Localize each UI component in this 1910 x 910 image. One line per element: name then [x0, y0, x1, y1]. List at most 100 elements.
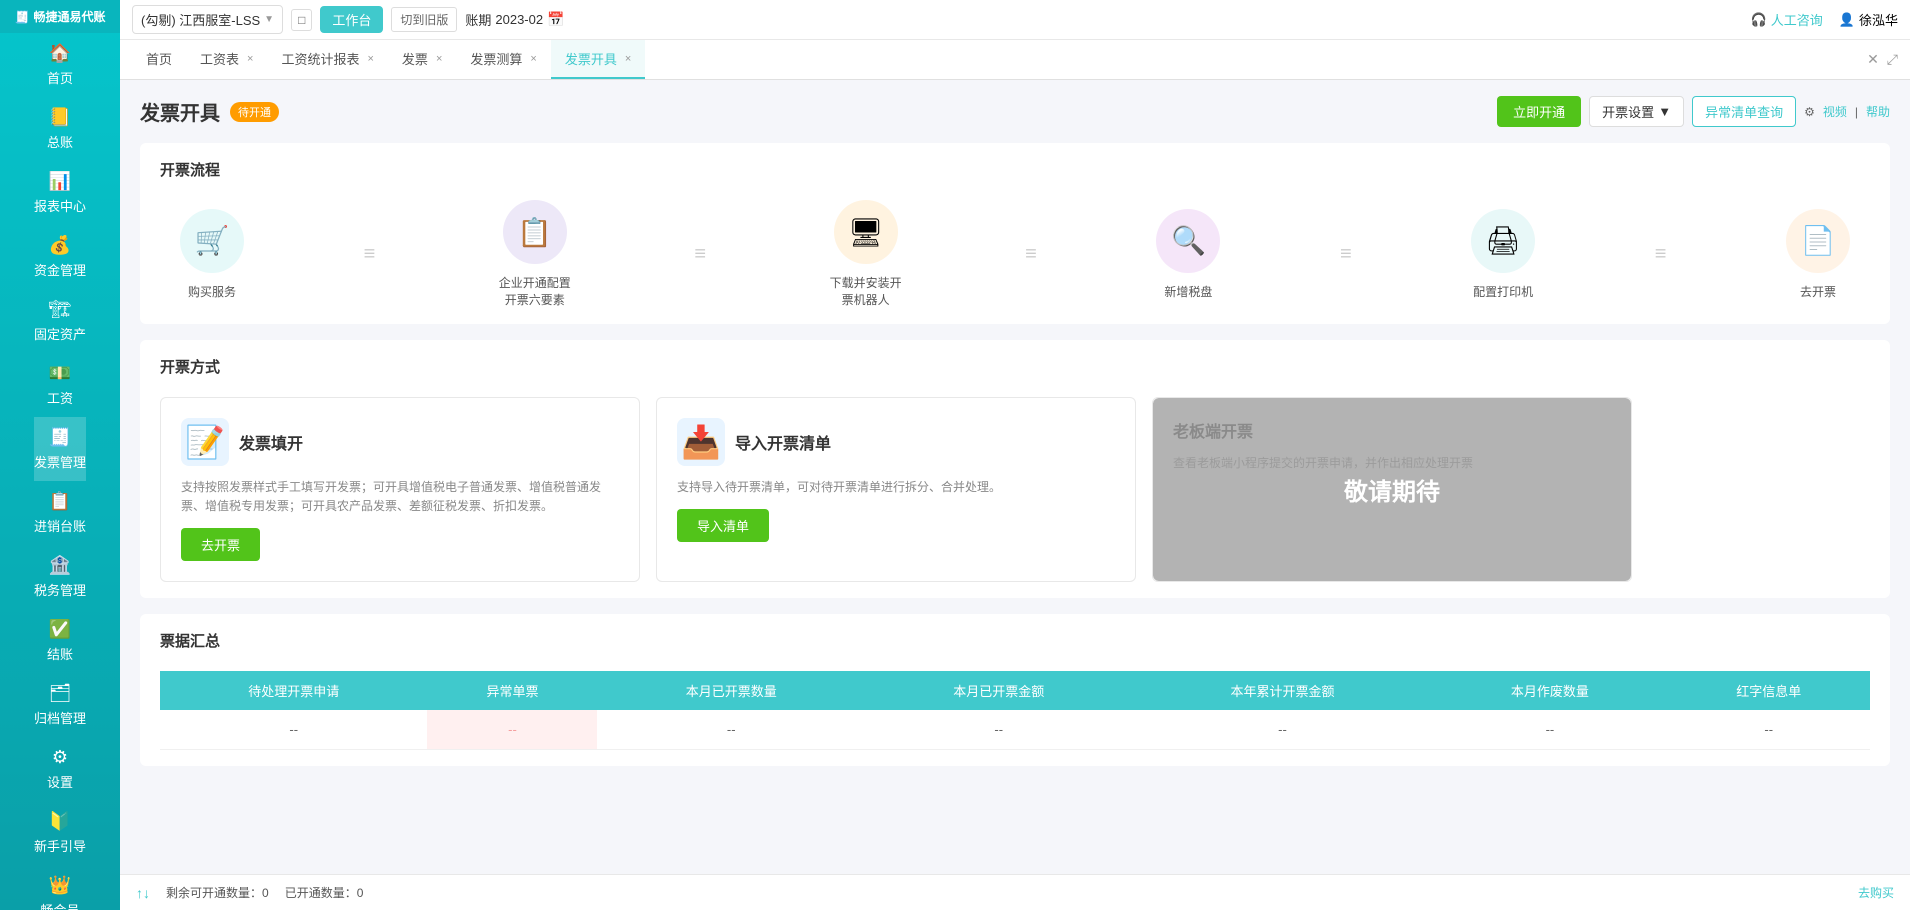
manual-fill-desc: 支持按照发票样式手工填写开发票；可开具增值税电子普通发票、增值税普通发票、增值税…	[181, 478, 619, 516]
logo-text: 畅捷通易代账	[33, 8, 105, 25]
old-version-button[interactable]: 切到旧版	[391, 7, 457, 32]
process-steps: 🛒 购买服务 ≡ 📋 企业开通配置开票六要素 ≡ 🖥 下载并安装开票机器人 ≡ …	[160, 200, 1870, 308]
summary-header-2: 本月已开票数量	[597, 671, 864, 710]
sidebar-item-tax[interactable]: 🏦 税务管理	[34, 545, 86, 609]
sidebar-item-settings[interactable]: ⚙ 设置	[34, 737, 86, 801]
sidebar-label-member: 畅会员	[40, 900, 79, 910]
sidebar-item-purchase-sales[interactable]: 📋 进销台账	[34, 481, 86, 545]
tab-close-invoice-tool[interactable]: ×	[625, 53, 631, 65]
company-selector[interactable]: (勾剔) 江西服室-LSS ▼	[132, 5, 283, 34]
sidebar-label-archive: 归档管理	[34, 708, 86, 727]
sidebar-icon-ledger: 📒	[49, 107, 71, 128]
method-section: 开票方式 📝 发票填开 支持按照发票样式手工填写开发票；可开具增值税电子普通发票…	[140, 340, 1890, 598]
bottom-bar: ↑↓ 剩余可开通数量：0 已开通数量：0 去购买	[120, 874, 1910, 910]
sidebar-item-capital[interactable]: 💰 资金管理	[34, 225, 86, 289]
sidebar-item-reports[interactable]: 📊 报表中心	[34, 161, 86, 225]
process-step-download-robot[interactable]: 🖥 下载并安装开票机器人	[826, 200, 906, 308]
buy-link[interactable]: 去购买	[1858, 884, 1894, 901]
tab-salary[interactable]: 工资表×	[186, 40, 267, 79]
sidebar-label-assets: 固定资产	[34, 324, 86, 343]
tab-label-salary-report: 工资统计报表	[281, 49, 359, 68]
tab-close-salary-report[interactable]: ×	[367, 53, 373, 65]
sidebar-item-archive[interactable]: 🗂 归档管理	[34, 673, 86, 737]
import-card[interactable]: 📥 导入开票清单 支持导入待开票清单，可对待开票清单进行拆分、合并处理。 导入清…	[656, 397, 1136, 582]
process-step-enterprise-setup[interactable]: 📋 企业开通配置开票六要素	[495, 200, 575, 308]
summary-section: 票据汇总 待处理开票申请异常单票本月已开票数量本月已开票金额本年累计开票金额本月…	[140, 614, 1890, 766]
tab-salary-report[interactable]: 工资统计报表 ×	[267, 40, 387, 79]
tab-invoice-calc[interactable]: 发票测算×	[456, 40, 550, 79]
manual-fill-header: 📝 发票填开	[181, 418, 619, 466]
service-button[interactable]: 🎧 人工咨询	[1751, 10, 1823, 29]
manual-fill-icon: 📝	[181, 418, 229, 466]
company-name: (勾剔) 江西服室-LSS	[141, 10, 260, 29]
expand-tab-icon[interactable]: ⤢	[1887, 51, 1898, 68]
tab-close-invoice[interactable]: ×	[436, 53, 442, 65]
help-settings-icon: ⚙	[1804, 105, 1815, 119]
overlay-layer: 敬请期待	[1153, 398, 1631, 581]
page-title-row: 发票开具 待开通	[140, 97, 279, 126]
process-section: 开票流程 🛒 购买服务 ≡ 📋 企业开通配置开票六要素 ≡ 🖥 下载并安装开票机…	[140, 143, 1890, 324]
pin-icon[interactable]: ↑↓	[136, 885, 150, 901]
process-section-title: 开票流程	[160, 159, 1870, 180]
headset-icon: 🎧	[1751, 12, 1767, 28]
step-icon-enterprise-setup: 📋	[503, 200, 567, 264]
open-now-button[interactable]: 立即开通	[1497, 96, 1581, 127]
tab-home[interactable]: 首页	[132, 40, 186, 79]
period-selector[interactable]: 账期 2023-02 📅	[465, 10, 564, 29]
workspace-button[interactable]: 工作台	[320, 6, 383, 33]
abnormal-query-button[interactable]: 异常清单查询	[1692, 96, 1796, 127]
tabbar: 首页工资表×工资统计报表×发票×发票测算×发票开具× ✕ ⤢	[120, 40, 1910, 80]
app-logo[interactable]: 🧾 畅捷通易代账	[0, 0, 120, 33]
company-arrow-icon: ▼	[264, 14, 274, 25]
sidebar-icon-invoice-mgmt: 🧾	[49, 427, 71, 448]
tab-invoice[interactable]: 发票×	[388, 40, 456, 79]
user-avatar[interactable]: 👤 徐泓华	[1839, 10, 1898, 29]
old-platform-card: 老板端开票 查看老板端小程序提交的开票申请，并作出相应处理开票 敬请期待	[1152, 397, 1632, 582]
process-step-config-printer[interactable]: 🖨 配置打印机	[1471, 209, 1535, 300]
tab-close-salary[interactable]: ×	[247, 53, 253, 65]
sidebar-item-invoice-mgmt[interactable]: 🧾 发票管理	[34, 417, 86, 481]
summary-value-1[interactable]: --	[427, 710, 597, 750]
import-list-button[interactable]: 导入清单	[677, 509, 769, 542]
sidebar-item-assets[interactable]: 🏗 固定资产	[34, 289, 86, 353]
close-tab-icon[interactable]: ✕	[1867, 51, 1879, 68]
topbar-right: 🎧 人工咨询 👤 徐泓华	[1751, 10, 1898, 29]
summary-header-3: 本月已开票金额	[865, 671, 1132, 710]
sidebar-label-home: 首页	[47, 68, 73, 87]
avatar-icon: 👤	[1839, 12, 1855, 28]
step-arrow-2: ≡	[1025, 243, 1037, 266]
import-title: 导入开票清单	[735, 430, 831, 454]
sidebar-item-ledger[interactable]: 📒 总账	[34, 97, 86, 161]
copy-button[interactable]: □	[291, 9, 312, 31]
sidebar-icon-tax: 🏦	[49, 555, 71, 576]
process-step-issue-invoice[interactable]: 📄 去开票	[1786, 209, 1850, 300]
open-settings-button[interactable]: 开票设置 ▼	[1589, 96, 1684, 127]
logo-icon: 🧾	[15, 10, 30, 24]
process-step-buy-service[interactable]: 🛒 购买服务	[180, 209, 244, 300]
sidebar-label-invoice-mgmt: 发票管理	[34, 452, 86, 471]
sidebar-item-guide[interactable]: 🔰 新手引导	[34, 801, 86, 865]
calendar-icon[interactable]: 📅	[547, 11, 564, 28]
sidebar-item-member[interactable]: 👑 畅会员	[34, 865, 86, 910]
tabbar-actions: ✕ ⤢	[1867, 40, 1898, 79]
import-icon: 📥	[677, 418, 725, 466]
help-docs-label[interactable]: 帮助	[1866, 103, 1890, 120]
sidebar-item-salary[interactable]: 💵 工资	[34, 353, 86, 417]
go-issue-button[interactable]: 去开票	[181, 528, 260, 561]
sidebar-item-settlement[interactable]: ✅ 结账	[34, 609, 86, 673]
sidebar-label-settings: 设置	[47, 772, 73, 791]
user-name: 徐泓华	[1859, 10, 1898, 29]
step-label-download-robot: 下载并安装开票机器人	[826, 274, 906, 308]
step-arrow-3: ≡	[1340, 243, 1352, 266]
tab-invoice-tool[interactable]: 发票开具×	[551, 40, 645, 79]
tab-close-invoice-calc[interactable]: ×	[530, 53, 536, 65]
step-arrow-0: ≡	[364, 243, 376, 266]
help-video-label[interactable]: 视频	[1823, 103, 1847, 120]
process-step-add-taxbox[interactable]: 🔍 新增税盘	[1156, 209, 1220, 300]
sidebar-icon-guide: 🔰	[49, 811, 71, 832]
sidebar-icon-settings: ⚙	[52, 747, 68, 768]
sidebar-icon-salary: 💵	[49, 363, 71, 384]
page-actions: 立即开通 开票设置 ▼ 异常清单查询 ⚙ 视频 | 帮助	[1497, 96, 1890, 127]
manual-fill-card[interactable]: 📝 发票填开 支持按照发票样式手工填写开发票；可开具增值税电子普通发票、增值税普…	[160, 397, 640, 582]
sidebar-item-home[interactable]: 🏠 首页	[34, 33, 86, 97]
